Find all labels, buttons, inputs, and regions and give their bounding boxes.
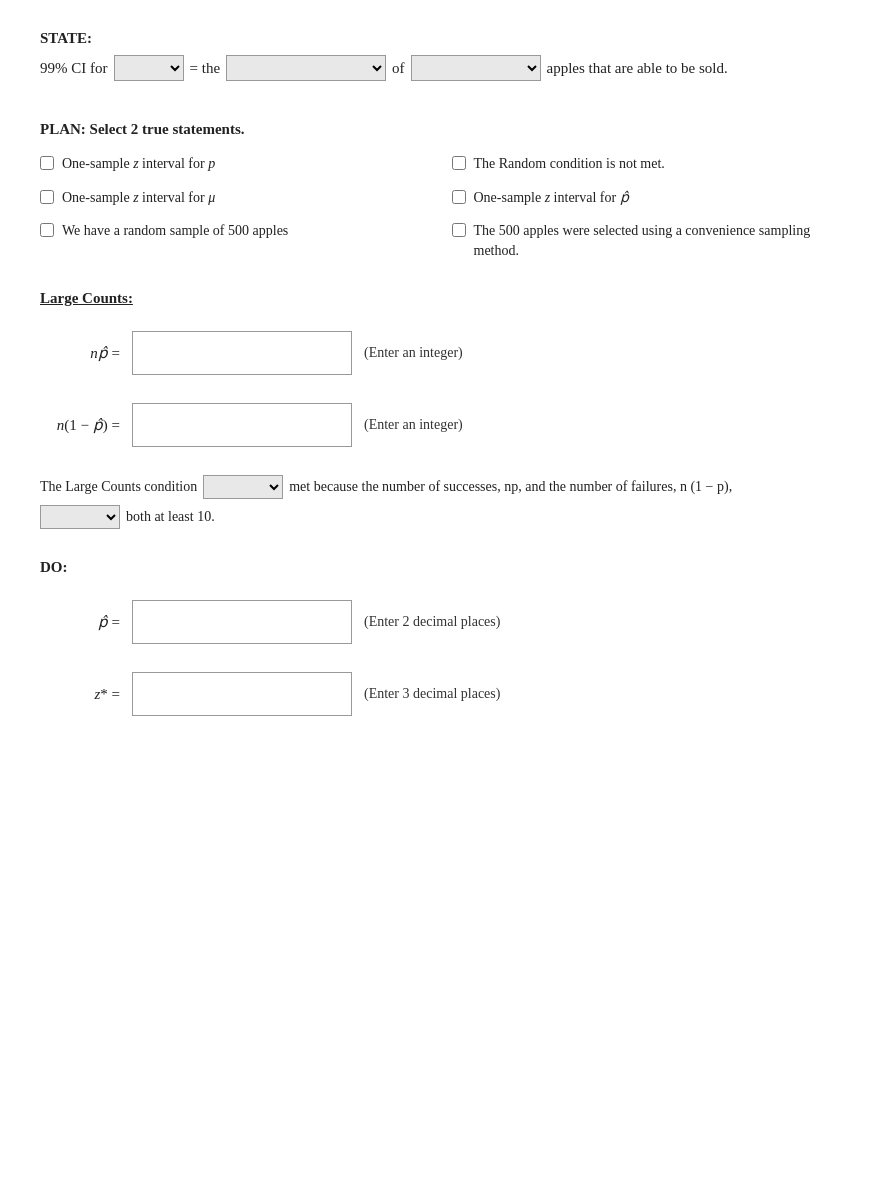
large-counts-label: Large Counts:: [40, 290, 843, 307]
np-row: np̂ = (Enter an integer): [40, 331, 843, 375]
state-section: STATE: 99% CI for p μ p̂ = the proportio…: [40, 30, 843, 81]
condition-row-1: The Large Counts condition is is not met…: [40, 475, 843, 499]
checkbox-item-3: One-sample z interval for μ: [40, 188, 432, 208]
checkbox-6[interactable]: [452, 223, 466, 237]
do-section: DO: p̂ = (Enter 2 decimal places) z* = (…: [40, 559, 843, 716]
np-input[interactable]: [132, 331, 352, 375]
population-dropdown[interactable]: all 500 selected: [411, 55, 541, 81]
checkbox-item-2: The Random condition is not met.: [452, 154, 844, 174]
n1p-row: n(1 − p̂) = (Enter an integer): [40, 403, 843, 447]
checkbox-4[interactable]: [452, 190, 466, 204]
of-text: of: [392, 60, 405, 77]
condition-text2: met because the number of successes, np,…: [289, 475, 732, 499]
checkbox-item-6: The 500 apples were selected using a con…: [452, 221, 844, 260]
checkbox-label-4: One-sample z interval for p̂: [474, 188, 629, 208]
phat-input[interactable]: [132, 600, 352, 644]
condition-is-dropdown[interactable]: is is not: [203, 475, 283, 499]
zstar-row: z* = (Enter 3 decimal places): [40, 672, 843, 716]
condition-text3: both at least 10.: [126, 505, 215, 529]
condition-text1: The Large Counts condition: [40, 475, 197, 499]
suffix-text: apples that are able to be sold.: [547, 60, 728, 77]
large-counts-condition-block: The Large Counts condition is is not met…: [40, 475, 843, 529]
n1p-input[interactable]: [132, 403, 352, 447]
checkbox-1[interactable]: [40, 156, 54, 170]
equals-the-text: = the: [190, 60, 221, 77]
checkbox-label-5: We have a random sample of 500 apples: [62, 221, 288, 241]
checkbox-label-3: One-sample z interval for μ: [62, 188, 215, 208]
checkbox-label-6: The 500 apples were selected using a con…: [474, 221, 844, 260]
condition-row-2: are are not both at least 10.: [40, 505, 843, 529]
checkbox-2[interactable]: [452, 156, 466, 170]
checkbox-item-1: One-sample z interval for p: [40, 154, 432, 174]
phat-row: p̂ = (Enter 2 decimal places): [40, 600, 843, 644]
plan-label: PLAN: Select 2 true statements.: [40, 121, 843, 138]
condition-are-dropdown[interactable]: are are not: [40, 505, 120, 529]
phat-label: p̂ =: [40, 613, 120, 631]
checkbox-label-2: The Random condition is not met.: [474, 154, 665, 174]
checkbox-item-4: One-sample z interval for p̂: [452, 188, 844, 208]
checkbox-5[interactable]: [40, 223, 54, 237]
state-label: STATE:: [40, 30, 843, 47]
zstar-input[interactable]: [132, 672, 352, 716]
phat-hint: (Enter 2 decimal places): [364, 614, 500, 630]
np-hint: (Enter an integer): [364, 345, 463, 361]
checkboxes-grid: One-sample z interval for p The Random c…: [40, 154, 843, 260]
ci-parameter-dropdown[interactable]: p μ p̂: [114, 55, 184, 81]
checkbox-label-1: One-sample z interval for p: [62, 154, 215, 174]
zstar-label: z* =: [40, 686, 120, 703]
state-row: 99% CI for p μ p̂ = the proportion mean …: [40, 55, 843, 81]
large-counts-section: Large Counts: np̂ = (Enter an integer) n…: [40, 290, 843, 529]
n1p-hint: (Enter an integer): [364, 417, 463, 433]
ci-prefix-text: 99% CI for: [40, 60, 108, 77]
zstar-hint: (Enter 3 decimal places): [364, 686, 500, 702]
proportion-type-dropdown[interactable]: proportion mean count: [226, 55, 386, 81]
n1p-label: n(1 − p̂) =: [40, 416, 120, 434]
checkbox-3[interactable]: [40, 190, 54, 204]
checkbox-item-5: We have a random sample of 500 apples: [40, 221, 432, 260]
do-label: DO:: [40, 559, 843, 576]
plan-section: PLAN: Select 2 true statements. One-samp…: [40, 121, 843, 260]
np-label: np̂ =: [40, 344, 120, 362]
